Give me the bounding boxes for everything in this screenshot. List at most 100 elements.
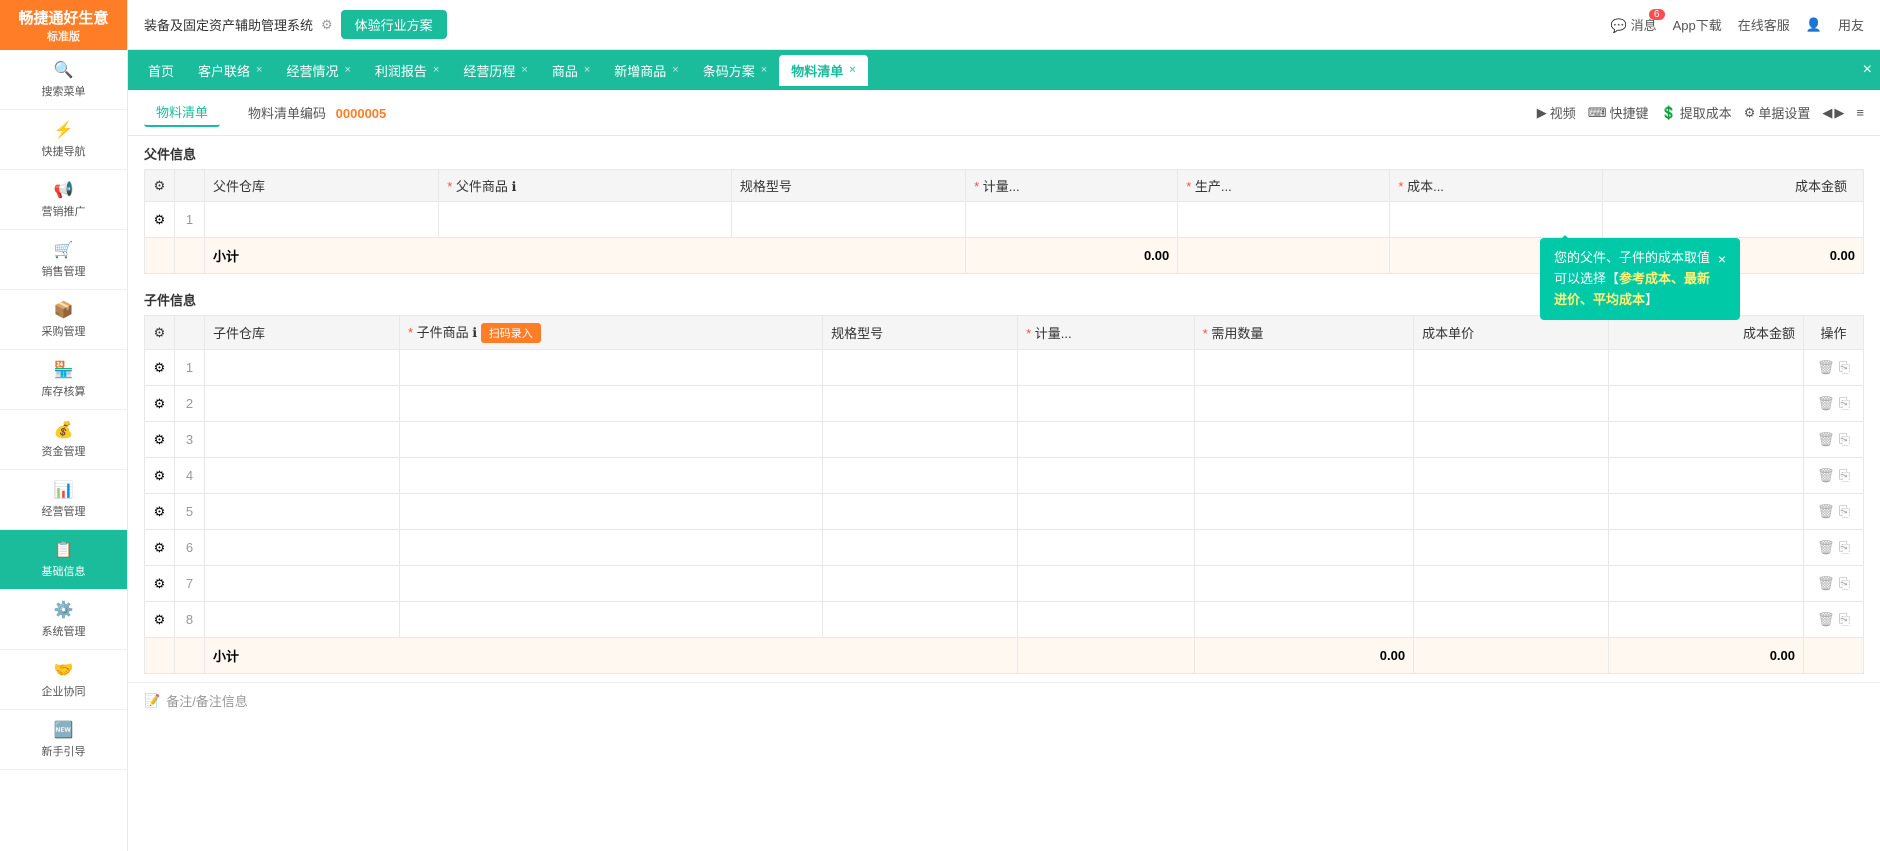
- tab-home[interactable]: 首页: [136, 55, 186, 86]
- tab-ops-close[interactable]: ×: [344, 64, 350, 76]
- child-warehouse-cell[interactable]: [205, 458, 400, 494]
- child-unitcost-cell[interactable]: [1414, 458, 1609, 494]
- copy-icon[interactable]: ⎘: [1839, 359, 1850, 376]
- sidebar-item-finance[interactable]: 💰 资金管理: [0, 410, 127, 470]
- child-warehouse-cell[interactable]: [205, 386, 400, 422]
- child-unitcost-cell[interactable]: [1414, 530, 1609, 566]
- child-row-settings[interactable]: ⚙: [145, 386, 175, 422]
- prev-arrow[interactable]: ◀: [1822, 105, 1832, 121]
- copy-icon[interactable]: ⎘: [1839, 467, 1850, 484]
- child-unitcost-cell[interactable]: [1414, 386, 1609, 422]
- child-row-settings[interactable]: ⚙: [145, 602, 175, 638]
- child-spec-cell[interactable]: [823, 350, 1018, 386]
- child-row-settings[interactable]: ⚙: [145, 422, 175, 458]
- shortcut-btn[interactable]: ⌨ 快捷键: [1588, 103, 1649, 122]
- child-goods-cell[interactable]: [399, 566, 822, 602]
- sidebar-item-marketing[interactable]: 📢 营销推广: [0, 170, 127, 230]
- message-badge[interactable]: 💬 消息 6: [1611, 15, 1657, 34]
- tab-new-goods-close[interactable]: ×: [672, 64, 678, 76]
- tab-customer[interactable]: 客户联络 ×: [186, 55, 274, 86]
- child-unit-cell[interactable]: [1018, 530, 1195, 566]
- child-unitcost-cell[interactable]: [1414, 350, 1609, 386]
- child-spec-cell[interactable]: [823, 458, 1018, 494]
- delete-icon[interactable]: 🗑: [1817, 539, 1835, 556]
- sidebar-item-system[interactable]: ⚙️ 系统管理: [0, 590, 127, 650]
- child-goods-cell[interactable]: [399, 602, 822, 638]
- child-unitcost-cell[interactable]: [1414, 422, 1609, 458]
- child-spec-cell[interactable]: [823, 530, 1018, 566]
- child-unit-cell[interactable]: [1018, 386, 1195, 422]
- delete-icon[interactable]: 🗑: [1817, 395, 1835, 412]
- child-qty-cell[interactable]: [1194, 458, 1413, 494]
- child-warehouse-cell[interactable]: [205, 566, 400, 602]
- sidebar-item-guide[interactable]: 🆕 新手引导: [0, 710, 127, 770]
- expand-icon[interactable]: ≡: [1856, 105, 1864, 120]
- child-goods-cell[interactable]: [399, 458, 822, 494]
- child-unitcost-cell[interactable]: [1414, 602, 1609, 638]
- sidebar-item-stock[interactable]: 🏪 库存核算: [0, 350, 127, 410]
- tab-profit[interactable]: 利润报告 ×: [363, 55, 451, 86]
- child-qty-cell[interactable]: [1194, 566, 1413, 602]
- close-all-tabs[interactable]: ×: [1863, 61, 1872, 79]
- sidebar-item-basic[interactable]: 📋 基础信息: [0, 530, 127, 590]
- tooltip-close-btn[interactable]: ×: [1718, 248, 1726, 270]
- tab-barcode[interactable]: 条码方案 ×: [691, 55, 779, 86]
- parent-cost-cell[interactable]: [1390, 202, 1602, 238]
- child-qty-cell[interactable]: [1194, 350, 1413, 386]
- child-goods-cell[interactable]: [399, 422, 822, 458]
- child-warehouse-cell[interactable]: [205, 530, 400, 566]
- child-amount-cell[interactable]: [1609, 602, 1804, 638]
- child-amount-cell[interactable]: [1609, 458, 1804, 494]
- child-qty-cell[interactable]: [1194, 422, 1413, 458]
- sidebar-item-purchase[interactable]: 📦 采购管理: [0, 290, 127, 350]
- parent-spec-cell[interactable]: [731, 202, 965, 238]
- child-qty-cell[interactable]: [1194, 602, 1413, 638]
- tab-goods-close[interactable]: ×: [584, 64, 590, 76]
- child-unit-cell[interactable]: [1018, 602, 1195, 638]
- child-unitcost-cell[interactable]: [1414, 566, 1609, 602]
- parent-warehouse-cell[interactable]: [205, 202, 439, 238]
- tab-new-goods[interactable]: 新增商品 ×: [602, 55, 690, 86]
- row-settings[interactable]: ⚙: [145, 202, 175, 238]
- get-cost-btn[interactable]: 💲 提取成本: [1661, 103, 1732, 122]
- sidebar-item-ops[interactable]: 📊 经营管理: [0, 470, 127, 530]
- single-settings-btn[interactable]: ⚙ 单据设置: [1744, 103, 1811, 122]
- delete-icon[interactable]: 🗑: [1817, 359, 1835, 376]
- copy-icon[interactable]: ⎘: [1839, 431, 1850, 448]
- child-spec-cell[interactable]: [823, 602, 1018, 638]
- child-row-settings[interactable]: ⚙: [145, 494, 175, 530]
- child-row-settings[interactable]: ⚙: [145, 566, 175, 602]
- child-spec-cell[interactable]: [823, 494, 1018, 530]
- child-goods-cell[interactable]: [399, 350, 822, 386]
- child-goods-cell[interactable]: [399, 530, 822, 566]
- tab-bom[interactable]: 物料清单 ×: [779, 55, 867, 86]
- child-spec-cell[interactable]: [823, 422, 1018, 458]
- copy-icon[interactable]: ⎘: [1839, 575, 1850, 592]
- child-amount-cell[interactable]: [1609, 566, 1804, 602]
- tab-history[interactable]: 经营历程 ×: [451, 55, 539, 86]
- parent-unit-cell[interactable]: [966, 202, 1178, 238]
- tab-ops-status[interactable]: 经营情况 ×: [274, 55, 362, 86]
- trial-button[interactable]: 体验行业方案: [341, 10, 447, 39]
- tab-customer-close[interactable]: ×: [256, 64, 262, 76]
- child-goods-cell[interactable]: [399, 386, 822, 422]
- child-warehouse-cell[interactable]: [205, 494, 400, 530]
- copy-icon[interactable]: ⎘: [1839, 611, 1850, 628]
- parent-produce-cell[interactable]: [1178, 202, 1390, 238]
- child-warehouse-cell[interactable]: [205, 422, 400, 458]
- child-row-settings[interactable]: ⚙: [145, 458, 175, 494]
- delete-icon[interactable]: 🗑: [1817, 431, 1835, 448]
- child-amount-cell[interactable]: [1609, 494, 1804, 530]
- child-spec-cell[interactable]: [823, 386, 1018, 422]
- tab-profit-close[interactable]: ×: [433, 64, 439, 76]
- tab-barcode-close[interactable]: ×: [761, 64, 767, 76]
- child-warehouse-cell[interactable]: [205, 350, 400, 386]
- parent-amount-cell[interactable]: [1602, 202, 1863, 238]
- child-amount-cell[interactable]: [1609, 530, 1804, 566]
- sidebar-item-sales[interactable]: 🛒 销售管理: [0, 230, 127, 290]
- tab-bom-close[interactable]: ×: [849, 64, 855, 76]
- delete-icon[interactable]: 🗑: [1817, 611, 1835, 628]
- child-row-settings[interactable]: ⚙: [145, 350, 175, 386]
- next-arrow[interactable]: ▶: [1834, 105, 1844, 121]
- delete-icon[interactable]: 🗑: [1817, 503, 1835, 520]
